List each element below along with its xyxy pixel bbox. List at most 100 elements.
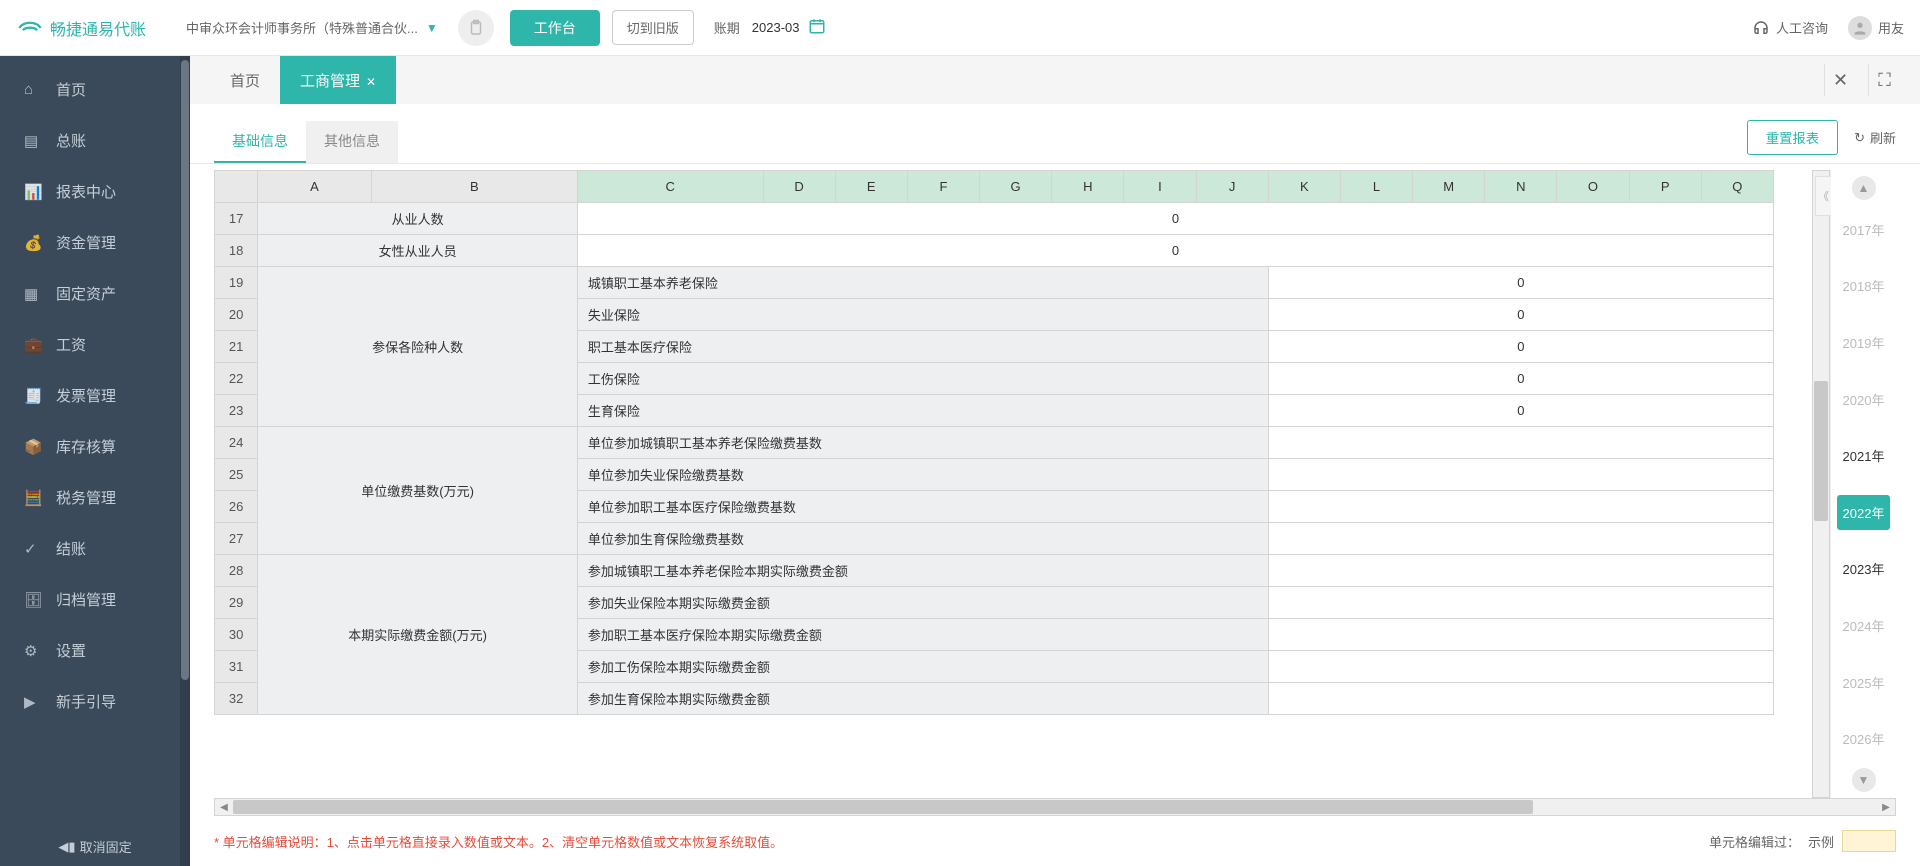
- reset-report-button[interactable]: 重置报表: [1747, 120, 1838, 155]
- value-cell[interactable]: [1268, 651, 1773, 683]
- value-cell[interactable]: 0: [1268, 299, 1773, 331]
- value-cell[interactable]: 0: [1268, 363, 1773, 395]
- calendar-icon[interactable]: [808, 17, 826, 38]
- year-item[interactable]: 2019年: [1837, 325, 1891, 360]
- col-header[interactable]: J: [1196, 171, 1268, 203]
- row-number[interactable]: 29: [215, 587, 258, 619]
- value-cell[interactable]: [1268, 491, 1773, 523]
- year-panel-collapse[interactable]: 《: [1815, 176, 1831, 216]
- sidebar-item-4[interactable]: ▦固定资产: [0, 268, 190, 319]
- fullscreen-button[interactable]: ⛶: [1868, 64, 1900, 96]
- value-cell[interactable]: 0: [1268, 267, 1773, 299]
- col-header[interactable]: Q: [1701, 171, 1773, 203]
- spreadsheet[interactable]: ABCDEFGHIJKLMNOPQ17从业人数018女性从业人员019参保各险种…: [214, 170, 1813, 798]
- sidebar-item-7[interactable]: 📦库存核算: [0, 421, 190, 472]
- value-cell[interactable]: [1268, 459, 1773, 491]
- cell[interactable]: 0: [577, 203, 1773, 235]
- row-number[interactable]: 30: [215, 619, 258, 651]
- scroll-right-button[interactable]: ▶: [1877, 799, 1895, 815]
- subtab-1[interactable]: 其他信息: [306, 121, 398, 163]
- tab-1[interactable]: 工商管理✕: [280, 56, 396, 104]
- value-cell[interactable]: [1268, 427, 1773, 459]
- year-item[interactable]: 2023年: [1837, 551, 1891, 586]
- sidebar-item-6[interactable]: 🧾发票管理: [0, 370, 190, 421]
- year-item[interactable]: 2017年: [1837, 212, 1891, 247]
- clipboard-button[interactable]: [458, 10, 494, 46]
- row-number[interactable]: 32: [215, 683, 258, 715]
- year-item[interactable]: 2021年: [1837, 438, 1891, 473]
- year-item[interactable]: 2026年: [1837, 721, 1891, 756]
- value-cell[interactable]: [1268, 523, 1773, 555]
- sheet-vertical-scrollbar[interactable]: [1812, 170, 1830, 798]
- workbench-button[interactable]: 工作台: [510, 10, 600, 46]
- row-number[interactable]: 23: [215, 395, 258, 427]
- sidebar-item-0[interactable]: ⌂首页: [0, 64, 190, 115]
- group-label[interactable]: 单位缴费基数(万元): [258, 427, 578, 555]
- desc-cell[interactable]: 职工基本医疗保险: [577, 331, 1268, 363]
- desc-cell[interactable]: 失业保险: [577, 299, 1268, 331]
- value-cell[interactable]: [1268, 619, 1773, 651]
- desc-cell[interactable]: 单位参加生育保险缴费基数: [577, 523, 1268, 555]
- col-header[interactable]: D: [763, 171, 835, 203]
- col-header[interactable]: L: [1340, 171, 1412, 203]
- col-header[interactable]: M: [1413, 171, 1485, 203]
- scroll-left-button[interactable]: ◀: [215, 799, 233, 815]
- row-number[interactable]: 24: [215, 427, 258, 459]
- refresh-button[interactable]: ↻ 刷新: [1854, 128, 1896, 147]
- col-header[interactable]: O: [1557, 171, 1629, 203]
- unpin-button[interactable]: ◀▮ 取消固定: [0, 827, 190, 866]
- row-number[interactable]: 20: [215, 299, 258, 331]
- row-number[interactable]: 31: [215, 651, 258, 683]
- desc-cell[interactable]: 工伤保险: [577, 363, 1268, 395]
- group-label[interactable]: 本期实际缴费金额(万元): [258, 555, 578, 715]
- sidebar-item-11[interactable]: ⚙设置: [0, 625, 190, 676]
- user-menu[interactable]: 用友: [1848, 16, 1904, 40]
- row-number[interactable]: 21: [215, 331, 258, 363]
- sheet-corner[interactable]: [215, 171, 258, 203]
- desc-cell[interactable]: 单位参加职工基本医疗保险缴费基数: [577, 491, 1268, 523]
- col-header[interactable]: E: [835, 171, 907, 203]
- sidebar-item-1[interactable]: ▤总账: [0, 115, 190, 166]
- row-number[interactable]: 28: [215, 555, 258, 587]
- sidebar-scrollbar[interactable]: [180, 56, 190, 866]
- tab-close-icon[interactable]: ✕: [366, 75, 376, 89]
- col-header[interactable]: F: [907, 171, 979, 203]
- consult-button[interactable]: 人工咨询: [1752, 18, 1828, 37]
- row-number[interactable]: 17: [215, 203, 258, 235]
- old-version-button[interactable]: 切到旧版: [612, 10, 694, 45]
- row-number[interactable]: 26: [215, 491, 258, 523]
- desc-cell[interactable]: 生育保险: [577, 395, 1268, 427]
- col-header[interactable]: K: [1268, 171, 1340, 203]
- desc-cell[interactable]: 参加工伤保险本期实际缴费金额: [577, 651, 1268, 683]
- subtab-0[interactable]: 基础信息: [214, 121, 306, 163]
- desc-cell[interactable]: 城镇职工基本养老保险: [577, 267, 1268, 299]
- col-header[interactable]: N: [1485, 171, 1557, 203]
- value-cell[interactable]: [1268, 683, 1773, 715]
- desc-cell[interactable]: 单位参加城镇职工基本养老保险缴费基数: [577, 427, 1268, 459]
- sidebar-item-12[interactable]: ▶新手引导: [0, 676, 190, 727]
- desc-cell[interactable]: 参加城镇职工基本养老保险本期实际缴费金额: [577, 555, 1268, 587]
- row-number[interactable]: 27: [215, 523, 258, 555]
- sidebar-item-3[interactable]: 💰资金管理: [0, 217, 190, 268]
- cell[interactable]: 0: [577, 235, 1773, 267]
- row-label[interactable]: 女性从业人员: [258, 235, 578, 267]
- sheet-horizontal-scrollbar[interactable]: ◀ ▶: [214, 798, 1896, 816]
- sidebar-item-8[interactable]: 🧮税务管理: [0, 472, 190, 523]
- value-cell[interactable]: [1268, 555, 1773, 587]
- desc-cell[interactable]: 参加职工基本医疗保险本期实际缴费金额: [577, 619, 1268, 651]
- group-label[interactable]: 参保各险种人数: [258, 267, 578, 427]
- row-number[interactable]: 22: [215, 363, 258, 395]
- col-header[interactable]: B: [371, 171, 577, 203]
- year-item[interactable]: 2022年: [1837, 495, 1891, 530]
- value-cell[interactable]: 0: [1268, 331, 1773, 363]
- row-number[interactable]: 18: [215, 235, 258, 267]
- desc-cell[interactable]: 参加生育保险本期实际缴费金额: [577, 683, 1268, 715]
- col-header[interactable]: G: [980, 171, 1052, 203]
- col-header[interactable]: P: [1629, 171, 1701, 203]
- desc-cell[interactable]: 参加失业保险本期实际缴费金额: [577, 587, 1268, 619]
- row-label[interactable]: 从业人数: [258, 203, 578, 235]
- close-all-tabs-button[interactable]: ✕: [1824, 64, 1856, 96]
- year-up-button[interactable]: ▲: [1852, 176, 1876, 200]
- col-header[interactable]: A: [258, 171, 371, 203]
- tab-0[interactable]: 首页: [210, 56, 280, 104]
